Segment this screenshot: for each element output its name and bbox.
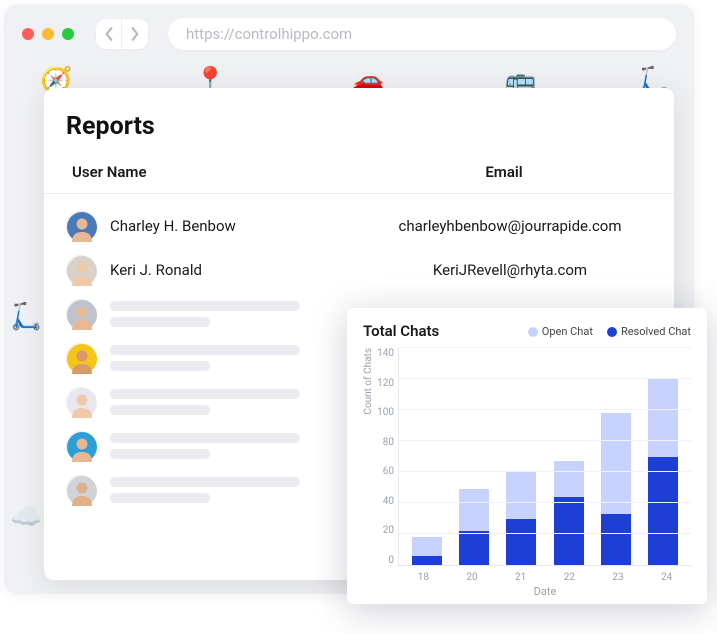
y-axis-wrapper: Count of Chats	[363, 348, 374, 566]
user-email: charleyhbenbow@jourrapide.com	[374, 217, 646, 235]
close-window-icon[interactable]	[22, 28, 34, 40]
grid-line	[399, 347, 691, 348]
maximize-window-icon[interactable]	[62, 28, 74, 40]
bar-segment-open	[506, 472, 536, 519]
x-tick: 21	[496, 572, 545, 583]
page-title: Reports	[44, 88, 674, 149]
grid-line	[399, 409, 691, 410]
chart-body: Count of Chats 140 120 100 80 60 40 20 0	[363, 348, 691, 566]
x-tick: 18	[399, 572, 448, 583]
bar-segment-open	[459, 489, 489, 531]
bar-segment-open	[601, 413, 631, 514]
browser-chrome: https://controlhippo.com	[4, 4, 694, 64]
chevron-left-icon	[104, 27, 114, 41]
user-email: KeriJRevell@rhyta.com	[374, 261, 646, 279]
forward-button[interactable]	[122, 19, 148, 49]
bar-segment-resolved	[412, 556, 442, 565]
avatar	[66, 255, 96, 285]
bar-segment-resolved	[554, 497, 584, 565]
x-tick: 23	[594, 572, 643, 583]
grid-line	[399, 440, 691, 441]
y-tick: 80	[383, 437, 394, 448]
legend-resolved-label: Resolved Chat	[621, 325, 691, 338]
avatar	[66, 343, 96, 373]
user-name: Charley H. Benbow	[110, 217, 360, 235]
bar-segment-resolved	[459, 531, 489, 565]
y-tick: 120	[377, 378, 394, 389]
bar-segment-resolved	[506, 519, 536, 566]
bar-segment-open	[412, 537, 442, 556]
total-chats-chart-card: Total Chats Open Chat Resolved Chat Coun…	[347, 308, 707, 604]
chevron-right-icon	[130, 27, 140, 41]
y-tick: 60	[383, 466, 394, 477]
grid-line	[399, 502, 691, 503]
grid-line	[399, 533, 691, 534]
y-tick: 40	[383, 496, 394, 507]
chart-title: Total Chats	[363, 322, 439, 340]
nav-buttons	[96, 19, 148, 49]
avatar	[66, 475, 96, 505]
y-tick: 20	[383, 525, 394, 536]
x-axis-label: Date	[363, 585, 691, 598]
back-button[interactable]	[96, 19, 122, 49]
avatar	[66, 387, 96, 417]
legend-open-chat: Open Chat	[528, 325, 593, 338]
table-row[interactable]: Keri J. Ronald KeriJRevell@rhyta.com	[66, 248, 646, 292]
grid-line	[399, 471, 691, 472]
legend-dot-open-icon	[528, 327, 538, 337]
bar-segment-resolved	[601, 514, 631, 565]
bar-segment-open	[648, 379, 678, 457]
user-name: Keri J. Ronald	[110, 261, 360, 279]
chart-legend: Open Chat Resolved Chat	[528, 325, 691, 338]
bar-segment-resolved	[648, 457, 678, 566]
x-axis-ticks: 182021222324	[363, 572, 691, 583]
x-tick: 24	[642, 572, 691, 583]
y-tick: 100	[377, 407, 394, 418]
legend-dot-resolved-icon	[607, 327, 617, 337]
minimize-window-icon[interactable]	[42, 28, 54, 40]
y-axis-ticks: 140 120 100 80 60 40 20 0	[374, 348, 398, 566]
column-header-username: User Name	[72, 163, 362, 181]
x-tick: 20	[448, 572, 497, 583]
table-row[interactable]: Charley H. Benbow charleyhbenbow@jourrapi…	[66, 204, 646, 248]
x-tick: 22	[545, 572, 594, 583]
legend-open-label: Open Chat	[542, 325, 593, 338]
chart-plot-area	[398, 348, 691, 566]
legend-resolved-chat: Resolved Chat	[607, 325, 691, 338]
avatar	[66, 299, 96, 329]
url-text: https://controlhippo.com	[186, 25, 352, 43]
chart-header: Total Chats Open Chat Resolved Chat	[363, 322, 691, 340]
y-tick: 140	[377, 348, 394, 359]
url-bar[interactable]: https://controlhippo.com	[168, 18, 676, 50]
column-header-email: Email	[362, 163, 646, 181]
reports-table-header: User Name Email	[44, 149, 674, 194]
grid-line	[399, 378, 691, 379]
bar-segment-open	[554, 461, 584, 497]
y-tick: 0	[388, 555, 394, 566]
traffic-lights	[22, 28, 74, 40]
avatar	[66, 211, 96, 241]
y-axis-label: Count of Chats	[363, 348, 374, 415]
avatar	[66, 431, 96, 461]
